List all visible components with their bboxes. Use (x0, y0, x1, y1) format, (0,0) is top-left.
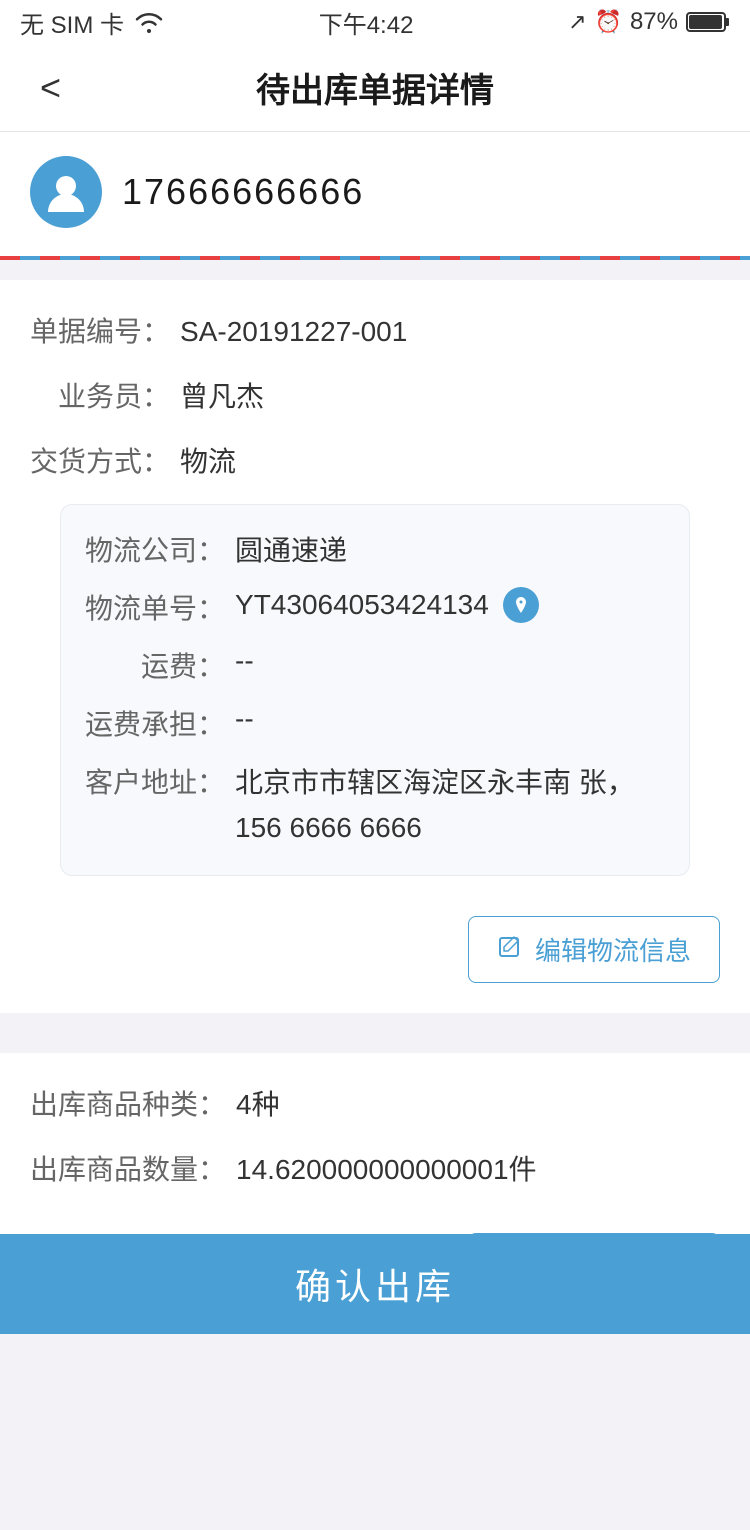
clock-icon: ⏰ (595, 9, 622, 35)
confirm-outbound-button[interactable]: 确认出库 (0, 1234, 750, 1334)
goods-type-label: 出库商品种类： (30, 1083, 226, 1128)
doc-id-label: 单据编号： (30, 310, 170, 355)
goods-quantity-label: 出库商品数量： (30, 1148, 226, 1193)
doc-id-row: 单据编号： SA-20191227-001 (30, 310, 720, 355)
company-row: 物流公司： 圆通速递 (85, 529, 665, 569)
edit-logistics-button[interactable]: 编辑物流信息 (468, 916, 720, 983)
address-row: 客户地址： 北京市市辖区海淀区永丰南 张，156 6666 6666 (85, 761, 665, 851)
edit-btn-label: 编辑物流信息 (535, 931, 691, 968)
freight-value: -- (225, 645, 665, 677)
tracking-value: YT43064053424134 (225, 587, 665, 623)
location-icon: ↗ (568, 9, 586, 35)
tracking-label: 物流单号： (85, 587, 225, 627)
staff-label: 业务员： (30, 375, 170, 420)
goods-quantity-value: 14.620000000000001件 (226, 1148, 720, 1193)
back-button[interactable]: < (30, 57, 71, 119)
address-value: 北京市市辖区海淀区永丰南 张，156 6666 6666 (225, 761, 665, 851)
tracking-row: 物流单号： YT43064053424134 (85, 587, 665, 627)
company-value: 圆通速递 (225, 529, 665, 569)
status-bar-right: ↗ ⏰ 87% (568, 8, 730, 36)
delivery-label: 交货方式： (30, 440, 170, 485)
dashed-divider (0, 252, 750, 260)
freight-row: 运费： -- (85, 645, 665, 685)
logistics-card: 物流公司： 圆通速递 物流单号： YT43064053424134 运费： --… (60, 504, 690, 876)
battery-label: 87% (630, 8, 678, 36)
freight-bearer-row: 运费承担： -- (85, 703, 665, 743)
location-pin-icon[interactable] (503, 587, 539, 623)
battery-icon (686, 11, 730, 33)
goods-type-value: 4种 (226, 1083, 720, 1128)
user-phone: 17666666666 (122, 171, 364, 213)
carrier-label: 无 SIM 卡 (20, 5, 124, 40)
freight-bearer-value: -- (225, 703, 665, 735)
status-bar: 无 SIM 卡 下午4:42 ↗ ⏰ 87% (0, 0, 750, 44)
goods-quantity-row: 出库商品数量： 14.620000000000001件 (30, 1148, 720, 1193)
freight-label: 运费： (85, 645, 225, 685)
user-icon (42, 168, 90, 216)
goods-type-row: 出库商品种类： 4种 (30, 1083, 720, 1128)
edit-icon (497, 935, 525, 963)
document-info-card: 单据编号： SA-20191227-001 业务员： 曾凡杰 交货方式： 物流 … (0, 280, 750, 1013)
edit-btn-row: 编辑物流信息 (30, 896, 720, 983)
delivery-row: 交货方式： 物流 (30, 440, 720, 485)
address-label: 客户地址： (85, 761, 225, 801)
status-bar-time: 下午4:42 (319, 5, 414, 40)
nav-bar: < 待出库单据详情 (0, 44, 750, 132)
section-divider-1 (0, 1013, 750, 1033)
user-section: 17666666666 (0, 132, 750, 252)
page-title: 待出库单据详情 (256, 63, 494, 112)
staff-value: 曾凡杰 (170, 375, 720, 420)
staff-row: 业务员： 曾凡杰 (30, 375, 720, 420)
status-bar-left: 无 SIM 卡 (20, 5, 164, 40)
doc-id-value: SA-20191227-001 (170, 310, 720, 355)
avatar (30, 156, 102, 228)
bottom-spacer (0, 1330, 750, 1530)
freight-bearer-label: 运费承担： (85, 703, 225, 743)
wifi-icon (134, 11, 164, 33)
bottom-btn-container: 确认出库 (0, 1234, 750, 1334)
company-label: 物流公司： (85, 529, 225, 569)
delivery-value: 物流 (170, 440, 720, 485)
